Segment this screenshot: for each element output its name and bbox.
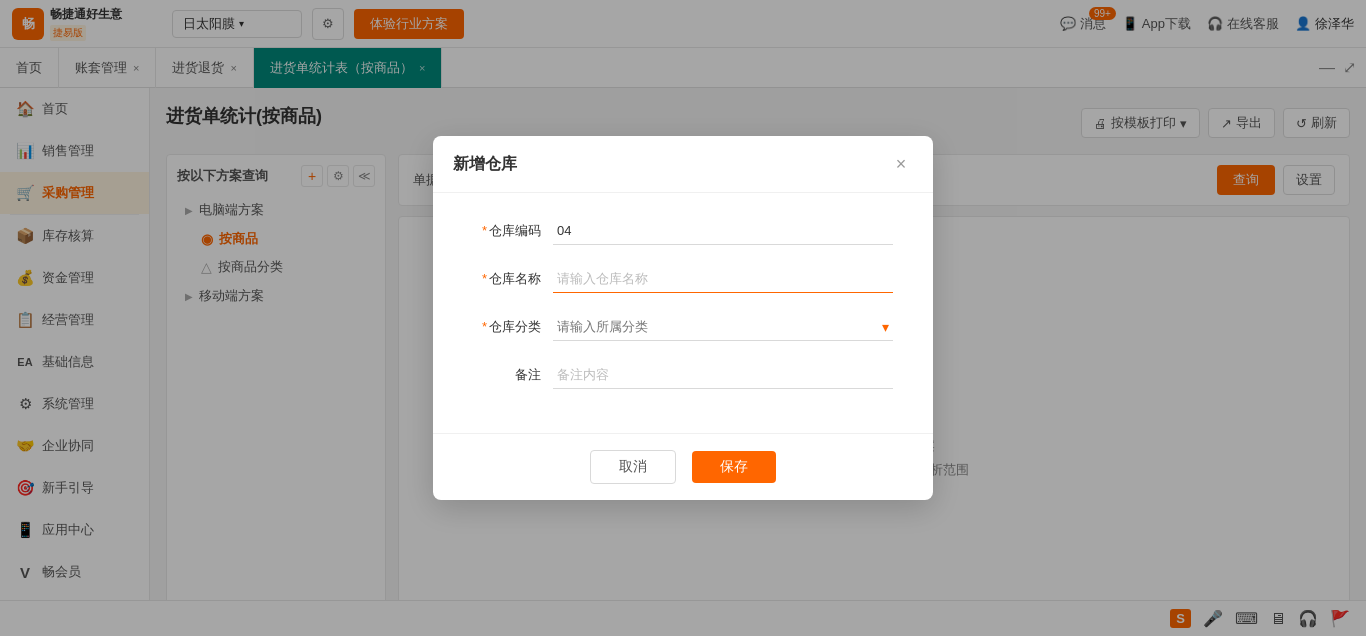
warehouse-code-row: *仓库编码 (473, 217, 893, 245)
modal-close-button[interactable]: × (889, 152, 913, 176)
note-label: 备注 (473, 366, 553, 384)
modal-body: *仓库编码 *仓库名称 *仓库分类 ▾ (433, 193, 933, 433)
warehouse-category-input[interactable] (553, 313, 893, 340)
warehouse-category-wrapper: ▾ (553, 313, 893, 341)
new-warehouse-modal: 新增仓库 × *仓库编码 *仓库名称 *仓库分类 (433, 136, 933, 500)
warehouse-name-input[interactable] (553, 265, 893, 293)
warehouse-code-label: *仓库编码 (473, 222, 553, 240)
modal-title: 新增仓库 (453, 154, 517, 175)
warehouse-category-row: *仓库分类 ▾ (473, 313, 893, 341)
warehouse-code-input[interactable] (553, 217, 893, 245)
category-dropdown-arrow: ▾ (882, 319, 889, 335)
warehouse-name-row: *仓库名称 (473, 265, 893, 293)
note-input[interactable] (553, 361, 893, 389)
cancel-button[interactable]: 取消 (590, 450, 676, 484)
warehouse-name-label: *仓库名称 (473, 270, 553, 288)
warehouse-category-label: *仓库分类 (473, 318, 553, 336)
note-row: 备注 (473, 361, 893, 389)
modal-header: 新增仓库 × (433, 136, 933, 193)
modal-overlay[interactable]: 新增仓库 × *仓库编码 *仓库名称 *仓库分类 (0, 0, 1366, 636)
save-button[interactable]: 保存 (692, 451, 776, 483)
modal-footer: 取消 保存 (433, 433, 933, 500)
